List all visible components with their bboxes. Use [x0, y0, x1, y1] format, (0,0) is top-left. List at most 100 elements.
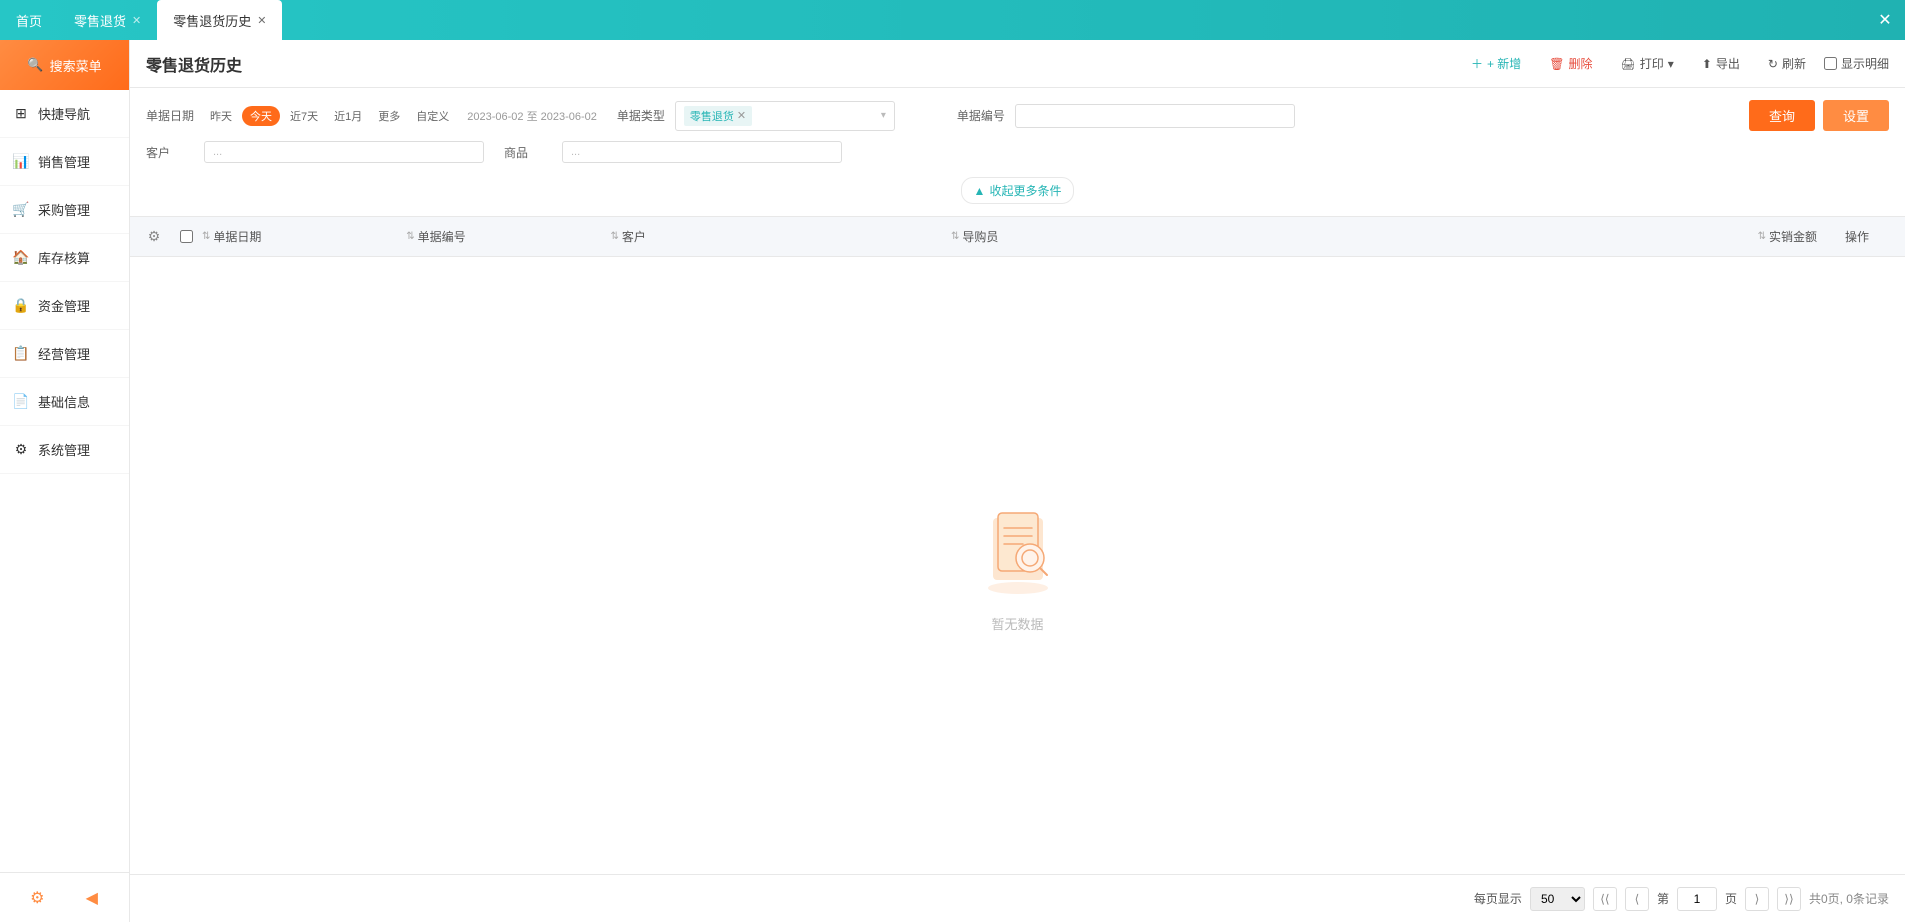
sidebar-item-finance[interactable]: 🔒 资金管理 [0, 282, 129, 330]
filter-customer: 客户 ... [146, 141, 484, 163]
tab-retail-return-history-close[interactable]: ✕ [257, 14, 266, 27]
bill-type-dropdown-icon: ▾ [881, 110, 886, 121]
top-bar: 首页 零售退货 ✕ 零售退货历史 ✕ ✕ [0, 0, 1905, 40]
customer-select[interactable]: ... [204, 141, 484, 163]
sidebar-settings-button[interactable]: ⚙ [21, 882, 53, 914]
select-all-checkbox[interactable] [180, 230, 193, 243]
query-button[interactable]: 查询 [1749, 100, 1815, 131]
content-area: 零售退货历史 ＋ + 新增 🗑 删除 🖨 打印 ▾ ⬆ 导出 [130, 40, 1905, 922]
clipboard-icon: 📋 [12, 345, 30, 363]
date-btn-today[interactable]: 今天 [242, 106, 280, 126]
sort-icon-5: ⇅ [1758, 231, 1766, 242]
date-range-display: 2023-06-02 至 2023-06-02 [467, 108, 597, 124]
tab-list: 首页 零售退货 ✕ 零售退货历史 ✕ [0, 0, 1865, 40]
th-guide[interactable]: ⇅ 导购员 [951, 228, 1206, 245]
sidebar-item-quick-nav[interactable]: ⊞ 快捷导航 [0, 90, 129, 138]
empty-illustration [968, 498, 1068, 598]
date-btn-more[interactable]: 更多 [372, 106, 406, 126]
refresh-button[interactable]: ↻ 刷新 [1758, 50, 1816, 77]
delete-button[interactable]: 🗑 删除 [1539, 50, 1602, 77]
bill-no-input[interactable] [1015, 104, 1295, 128]
bill-no-label: 单据编号 [957, 107, 1007, 124]
customer-label: 客户 [146, 144, 196, 161]
new-button[interactable]: ＋ + 新增 [1461, 50, 1531, 77]
filter-bill-date: 单据日期 昨天 今天 近7天 近1月 更多 自定义 2023-06-02 至 2… [146, 106, 597, 126]
bill-type-tag: 零售退货 ✕ [684, 106, 752, 126]
empty-state: 暂无数据 [130, 257, 1905, 874]
sidebar-collapse-button[interactable]: ◀ [76, 882, 108, 914]
filter-bill-no: 单据编号 [957, 104, 1295, 128]
th-bill-date[interactable]: ⇅ 单据日期 [202, 228, 406, 245]
collapse-filter-button[interactable]: ▲ 收起更多条件 [961, 177, 1075, 204]
window-close-button[interactable]: ✕ [1865, 0, 1905, 40]
empty-text: 暂无数据 [991, 614, 1043, 633]
lock-icon: 🔒 [12, 297, 30, 315]
table-container: ⚙ ⇅ 单据日期 ⇅ 单据编号 ⇅ 客户 ⇅ 导购员 [130, 217, 1905, 922]
first-page-button[interactable]: ⟨⟨ [1593, 887, 1617, 911]
page-input[interactable] [1677, 887, 1717, 911]
prev-page-button[interactable]: ⟨ [1625, 887, 1649, 911]
sidebar-item-basic-info[interactable]: 📄 基础信息 [0, 378, 129, 426]
main-layout: 🔍 搜索菜单 ⊞ 快捷导航 📊 销售管理 🛒 采购管理 🏠 库存核算 🔒 [0, 40, 1905, 922]
filter-row-2: 客户 ... 商品 ... [146, 141, 1889, 163]
export-button[interactable]: ⬆ 导出 [1692, 50, 1750, 77]
refresh-icon: ↻ [1768, 57, 1778, 71]
print-icon: 🖨 [1621, 57, 1636, 71]
customer-dots: ... [213, 146, 222, 158]
page-label: 第 [1657, 890, 1669, 907]
table-settings-icon[interactable]: ⚙ [138, 228, 170, 245]
sort-icon-3: ⇅ [611, 231, 619, 242]
tab-home[interactable]: 首页 [0, 0, 58, 40]
th-bill-no[interactable]: ⇅ 单据编号 [406, 228, 610, 245]
bill-type-select[interactable]: 零售退货 ✕ ▾ [675, 101, 895, 131]
filter-bill-type: 单据类型 零售退货 ✕ ▾ [617, 101, 937, 131]
bill-date-label: 单据日期 [146, 107, 196, 124]
tab-retail-return-history[interactable]: 零售退货历史 ✕ [157, 0, 282, 40]
sidebar-item-inventory[interactable]: 🏠 库存核算 [0, 234, 129, 282]
sidebar-search[interactable]: 🔍 搜索菜单 [0, 40, 129, 90]
goods-select[interactable]: ... [562, 141, 842, 163]
chart-icon: 📊 [12, 153, 30, 171]
table-header: ⚙ ⇅ 单据日期 ⇅ 单据编号 ⇅ 客户 ⇅ 导购员 [130, 217, 1905, 257]
date-btn-yesterday[interactable]: 昨天 [204, 106, 238, 126]
last-page-button[interactable]: ⟩⟩ [1777, 887, 1801, 911]
date-btn-1month[interactable]: 近1月 [328, 106, 368, 126]
display-detail-checkbox[interactable]: 显示明细 [1824, 55, 1889, 72]
date-btn-custom[interactable]: 自定义 [410, 106, 455, 126]
display-detail-input[interactable] [1824, 57, 1837, 70]
th-customer[interactable]: ⇅ 客户 [611, 228, 951, 245]
th-operation: 操作 [1817, 228, 1897, 245]
house-icon: 🏠 [12, 249, 30, 267]
grid-icon: ⊞ [12, 105, 30, 123]
sidebar-item-sales[interactable]: 📊 销售管理 [0, 138, 129, 186]
delete-icon: 🗑 [1549, 57, 1564, 71]
sidebar-item-purchase[interactable]: 🛒 采购管理 [0, 186, 129, 234]
search-icon: 🔍 [27, 57, 43, 73]
sidebar-item-system[interactable]: ⚙ 系统管理 [0, 426, 129, 474]
print-button[interactable]: 🖨 打印 ▾ [1611, 50, 1684, 77]
cart-icon: 🛒 [12, 201, 30, 219]
next-page-button[interactable]: ⟩ [1745, 887, 1769, 911]
tab-retail-return[interactable]: 零售退货 ✕ [58, 0, 157, 40]
table-select-all[interactable] [170, 230, 202, 243]
tab-retail-return-close[interactable]: ✕ [132, 14, 141, 27]
settings-button[interactable]: 设置 [1823, 100, 1889, 131]
filter-goods: 商品 ... [504, 141, 842, 163]
print-dropdown-icon: ▾ [1668, 57, 1674, 71]
sidebar-item-business[interactable]: 📋 经营管理 [0, 330, 129, 378]
sidebar-bottom: ⚙ ◀ [0, 872, 129, 922]
collapse-up-icon: ▲ [974, 184, 986, 198]
plus-icon: ＋ [1471, 55, 1483, 72]
export-icon: ⬆ [1702, 57, 1712, 71]
bill-type-tag-close[interactable]: ✕ [737, 109, 746, 122]
page-size-select[interactable]: 50 10 20 100 [1530, 887, 1585, 911]
date-btn-group: 昨天 今天 近7天 近1月 更多 自定义 [204, 106, 455, 126]
pagination: 每页显示 50 10 20 100 ⟨⟨ ⟨ 第 页 ⟩ ⟩⟩ 共0页, 0条记… [130, 874, 1905, 922]
sort-icon-4: ⇅ [951, 231, 959, 242]
goods-dots: ... [571, 146, 580, 158]
gear-icon: ⚙ [12, 441, 30, 459]
goods-label: 商品 [504, 144, 554, 161]
th-amount[interactable]: ⇅ 实销金额 [1717, 228, 1817, 245]
filter-area: 单据日期 昨天 今天 近7天 近1月 更多 自定义 2023-06-02 至 2… [130, 88, 1905, 217]
date-btn-7days[interactable]: 近7天 [284, 106, 324, 126]
